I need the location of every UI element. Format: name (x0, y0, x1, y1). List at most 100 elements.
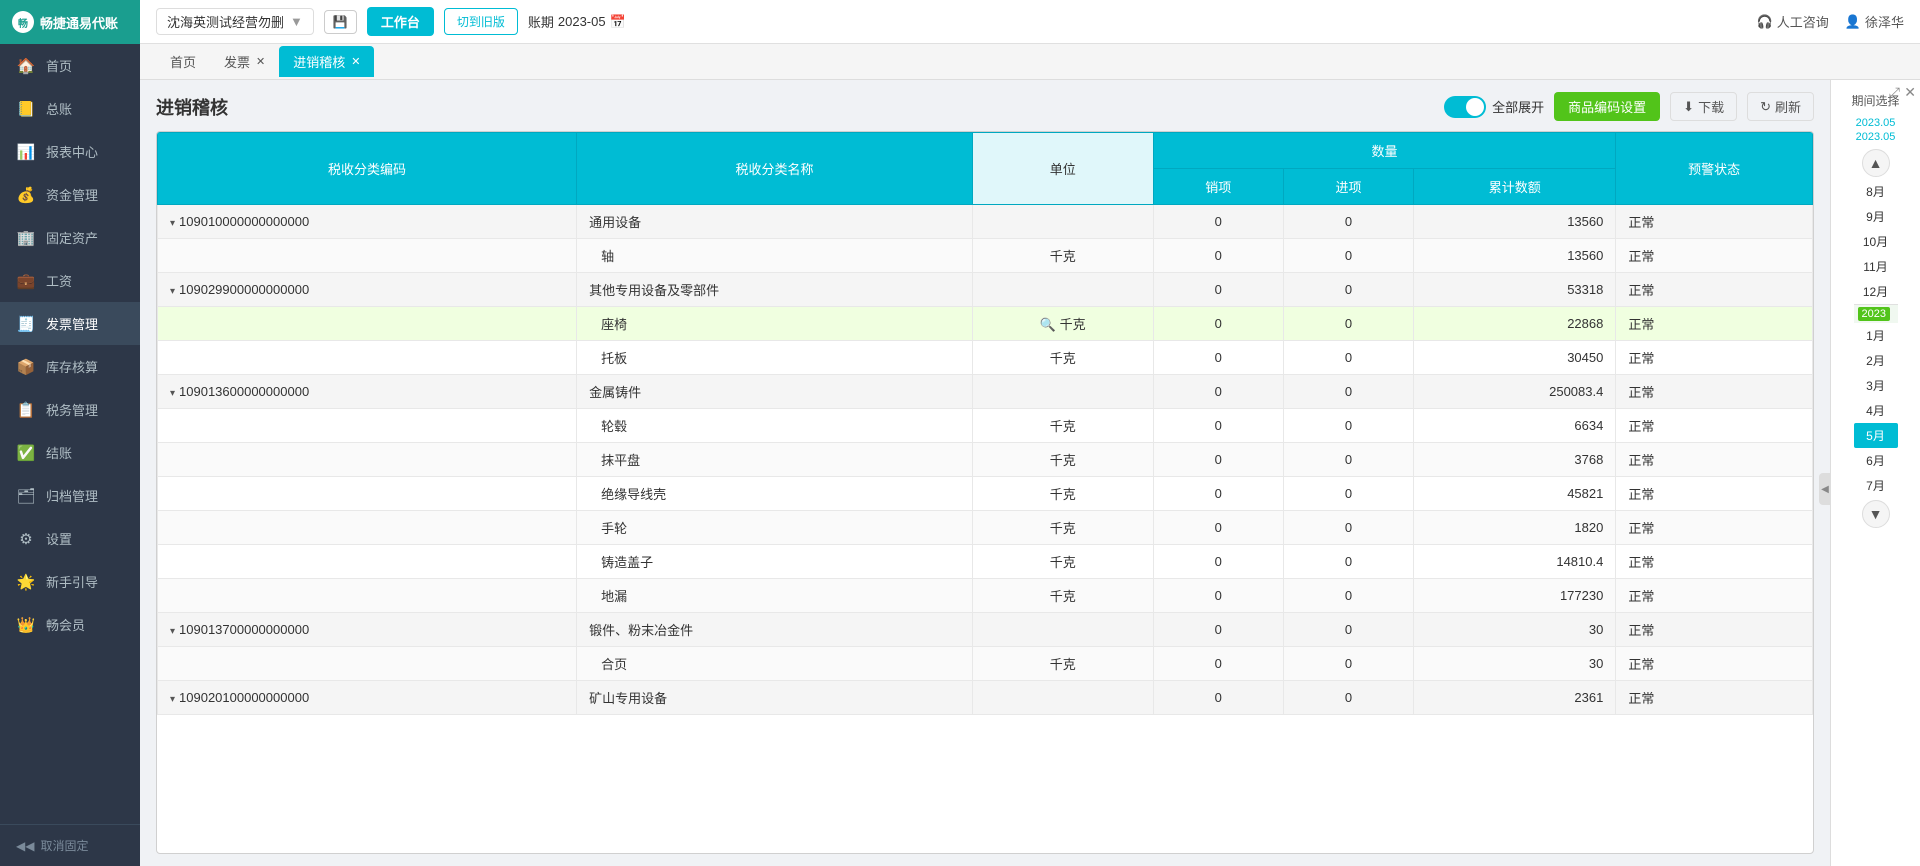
panel-toggle[interactable]: ◀ (1819, 473, 1831, 505)
calendar-icon[interactable]: 📅 (610, 14, 626, 30)
user-info[interactable]: 👤 徐泽华 (1845, 12, 1904, 31)
table-row-total: 6634 (1414, 409, 1616, 443)
period-month-6月[interactable]: 6月 (1854, 448, 1898, 473)
sidebar-cancel-fix[interactable]: ◀◀ 取消固定 (0, 824, 140, 866)
company-name: 沈海英测试经营勿删 (167, 12, 284, 31)
switch-old-button[interactable]: 切到旧版 (444, 8, 518, 35)
col-warning: 预警状态 (1616, 133, 1813, 205)
sidebar-item-salary[interactable]: 💼 工资 (0, 259, 140, 302)
table-row-purchase: 0 (1283, 409, 1413, 443)
tax-icon: 📋 (16, 401, 36, 419)
sidebar-item-settings[interactable]: ⚙ 设置 (0, 517, 140, 560)
period-down-btn[interactable]: ▼ (1862, 500, 1890, 528)
sidebar-item-label: 新手引导 (46, 572, 98, 591)
save-draft-button[interactable]: 💾 (324, 10, 357, 34)
table-row-total: 1820 (1414, 511, 1616, 545)
period-month-10月[interactable]: 10月 (1854, 229, 1898, 254)
table-row-unit: 千克 (972, 239, 1153, 273)
assets-icon: 🏢 (16, 229, 36, 247)
tab-reconcile-close-icon[interactable]: ✕ (351, 55, 360, 68)
expand-icon[interactable]: ▾ (170, 694, 175, 705)
table-row-sales: 0 (1153, 545, 1283, 579)
sidebar-item-assets[interactable]: 🏢 固定资产 (0, 216, 140, 259)
table-row-unit: 千克 (972, 647, 1153, 681)
company-selector[interactable]: 沈海英测试经营勿删 ▼ (156, 8, 314, 35)
expand-icon[interactable]: ▾ (170, 218, 175, 229)
sidebar-item-archive[interactable]: 🗂 归档管理 (0, 474, 140, 517)
sidebar-item-label: 固定资产 (46, 228, 98, 247)
sidebar-item-settlement[interactable]: ✅ 结账 (0, 431, 140, 474)
col-purchase: 进项 (1283, 169, 1413, 205)
table-row-total: 3768 (1414, 443, 1616, 477)
refresh-button[interactable]: ↻ 刷新 (1747, 92, 1814, 121)
period-month-8月[interactable]: 8月 (1854, 179, 1898, 204)
expand-panel-icon[interactable]: ⤢ (1889, 84, 1900, 101)
table-row-unit (972, 375, 1153, 409)
refresh-icon: ↻ (1760, 99, 1771, 115)
user-avatar-icon: 👤 (1845, 14, 1861, 30)
expand-icon[interactable]: ▾ (170, 286, 175, 297)
period-month-11月[interactable]: 11月 (1854, 254, 1898, 279)
table-row-purchase: 0 (1283, 341, 1413, 375)
service-button[interactable]: 🎧 人工咨询 (1757, 12, 1829, 31)
sidebar: 畅 畅捷通易代账 🏠 首页 📒 总账 📊 报表中心 💰 资金管理 🏢 固定资产 … (0, 0, 140, 866)
period-month-9月[interactable]: 9月 (1854, 204, 1898, 229)
settings-icon: ⚙ (16, 530, 36, 548)
table-row-warning: 正常 (1616, 341, 1813, 375)
sidebar-item-tax[interactable]: 📋 税务管理 (0, 388, 140, 431)
sidebar-logo: 畅 畅捷通易代账 (0, 0, 140, 44)
period-month-7月[interactable]: 7月 (1854, 473, 1898, 498)
download-button[interactable]: ⬇ 下载 (1670, 92, 1737, 121)
expand-all-toggle[interactable]: 全部展开 (1444, 96, 1544, 118)
expand-icon[interactable]: ▾ (170, 626, 175, 637)
sidebar-item-label: 资金管理 (46, 185, 98, 204)
sidebar-item-label: 发票管理 (46, 314, 98, 333)
table-row-sales: 0 (1153, 613, 1283, 647)
period-up-btn[interactable]: ▲ (1862, 149, 1890, 177)
period-month-5月[interactable]: 5月 (1854, 423, 1898, 448)
sidebar-item-inventory[interactable]: 📦 库存核算 (0, 345, 140, 388)
expand-icon[interactable]: ▾ (170, 388, 175, 399)
table-row-name: 轮毂 (577, 409, 973, 443)
sidebar-item-reports[interactable]: 📊 报表中心 (0, 130, 140, 173)
product-code-button[interactable]: 商品编码设置 (1554, 92, 1660, 121)
page-header: 进销稽核 全部展开 商品编码设置 ⬇ 下载 ↻ 刷新 (156, 92, 1814, 121)
sidebar-item-guide[interactable]: 🌟 新手引导 (0, 560, 140, 603)
table-row-unit: 千克 (972, 477, 1153, 511)
tab-invoice-close-icon[interactable]: ✕ (256, 55, 265, 68)
service-label: 人工咨询 (1777, 12, 1829, 31)
sidebar-item-home[interactable]: 🏠 首页 (0, 44, 140, 87)
table-row-unit (972, 273, 1153, 307)
tab-home[interactable]: 首页 (156, 46, 210, 77)
topbar: 沈海英测试经营勿删 ▼ 💾 工作台 切到旧版 账期 2023-05 📅 🎧 人工… (140, 0, 1920, 44)
guide-icon: 🌟 (16, 573, 36, 591)
sidebar-item-ledger[interactable]: 📒 总账 (0, 87, 140, 130)
sidebar-nav: 🏠 首页 📒 总账 📊 报表中心 💰 资金管理 🏢 固定资产 💼 工资 🧾 发票… (0, 44, 140, 824)
tab-invoice[interactable]: 发票 ✕ (210, 46, 279, 77)
period-month-3月[interactable]: 3月 (1854, 373, 1898, 398)
search-icon[interactable]: 🔍 (1040, 317, 1056, 332)
table-row-purchase: 0 (1283, 239, 1413, 273)
period-month-4月[interactable]: 4月 (1854, 398, 1898, 423)
tab-reconcile[interactable]: 进销稽核 ✕ (279, 46, 374, 77)
table-row-code: ▾109020100000000000 (158, 681, 577, 715)
table-row-purchase: 0 (1283, 545, 1413, 579)
period-month-2月[interactable]: 2月 (1854, 348, 1898, 373)
user-name: 徐泽华 (1865, 12, 1904, 31)
period-month-1月[interactable]: 1月 (1854, 323, 1898, 348)
period-month-12月[interactable]: 12月 (1854, 279, 1898, 304)
table-row-name: 地漏 (577, 579, 973, 613)
table-row-warning: 正常 (1616, 443, 1813, 477)
reports-icon: 📊 (16, 143, 36, 161)
sidebar-item-funds[interactable]: 💰 资金管理 (0, 173, 140, 216)
toggle-switch[interactable] (1444, 96, 1486, 118)
workbench-button[interactable]: 工作台 (367, 7, 434, 36)
tabs-bar: 首页 发票 ✕ 进销稽核 ✕ (140, 44, 1920, 80)
sidebar-item-member[interactable]: 👑 畅会员 (0, 603, 140, 646)
table-row-unit: 千克 (972, 511, 1153, 545)
close-panel-icon[interactable]: ✕ (1904, 84, 1916, 101)
table-row-purchase: 0 (1283, 205, 1413, 239)
table-row-sales: 0 (1153, 273, 1283, 307)
table-row-name: 其他专用设备及零部件 (577, 273, 973, 307)
sidebar-item-invoice[interactable]: 🧾 发票管理 (0, 302, 140, 345)
